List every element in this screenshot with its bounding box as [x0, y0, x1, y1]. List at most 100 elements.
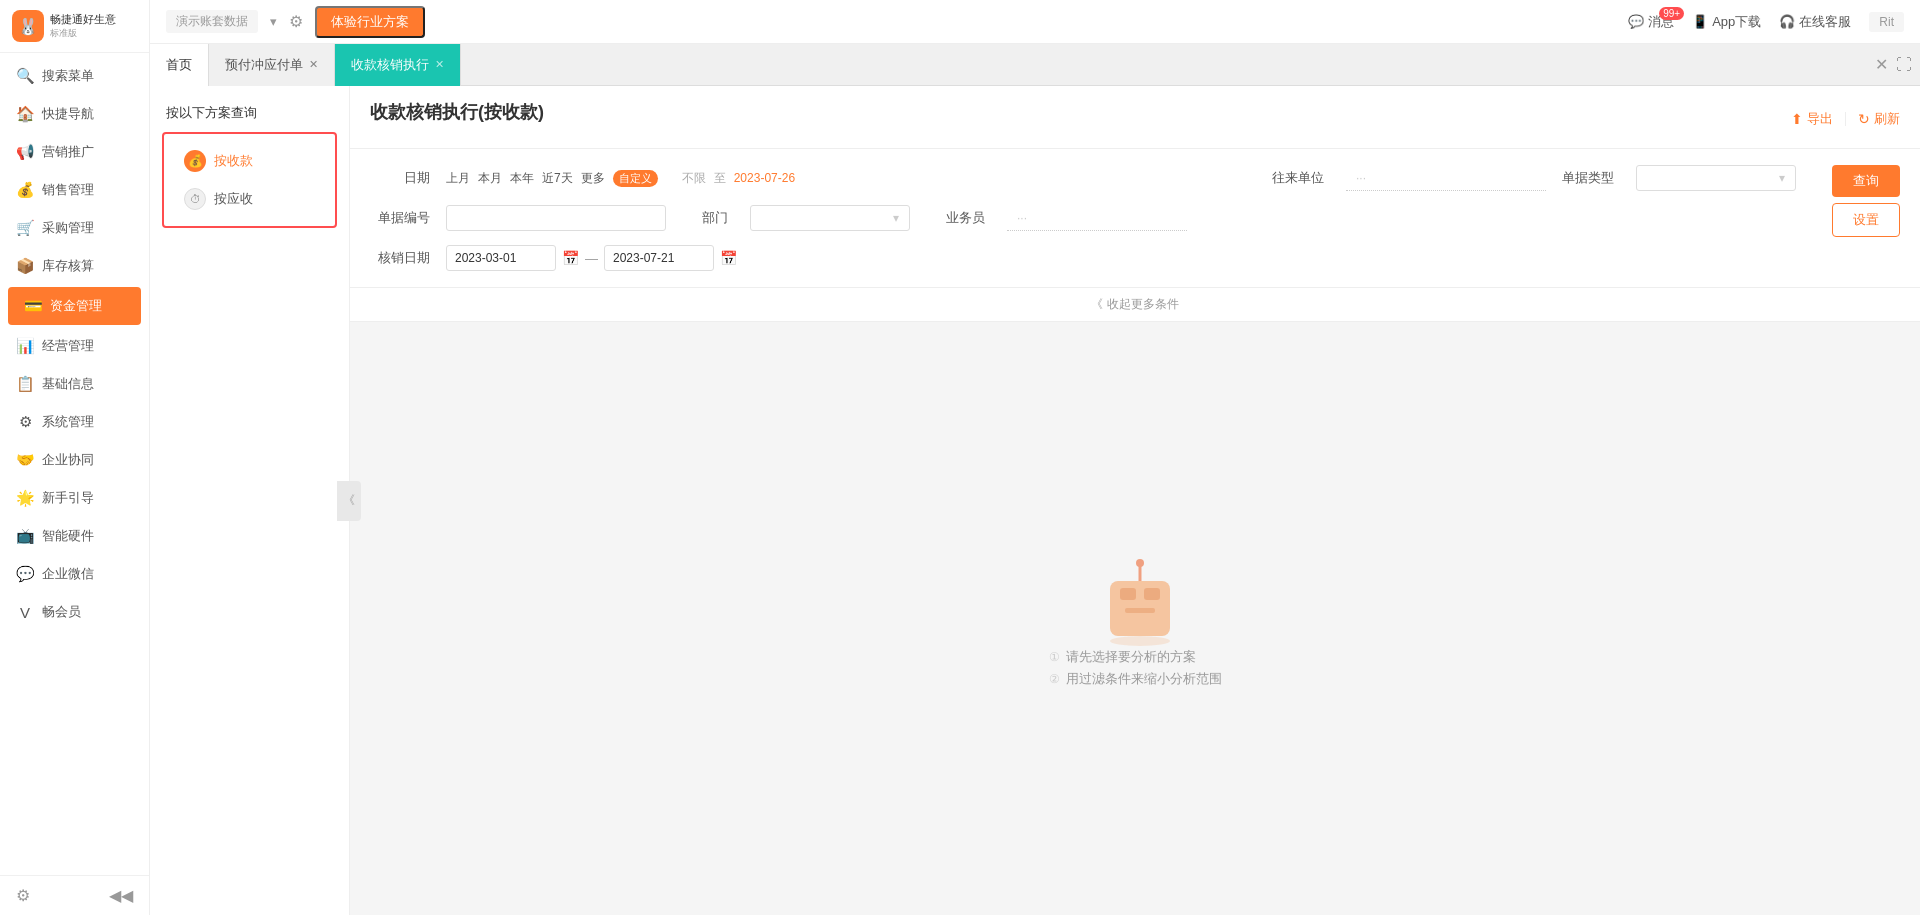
logo: 🐰 畅捷通好生意 标准版 [0, 0, 149, 53]
filter-sidebar: 按以下方案查询 💰 按收款 ⏱ 按应收 《 [150, 86, 350, 915]
sidebar-item-label: 销售管理 [42, 181, 94, 199]
date-value: 2023-07-26 [734, 171, 795, 185]
inventory-icon: 📦 [16, 257, 34, 275]
settings-icon[interactable]: ⚙ [16, 886, 30, 905]
online-service-button[interactable]: 🎧 在线客服 [1779, 13, 1851, 31]
to-text: 至 [714, 170, 726, 187]
verify-date-start[interactable] [446, 245, 556, 271]
toolbar-divider [1845, 112, 1846, 126]
topbar-gear-icon[interactable]: ⚙ [289, 12, 303, 31]
shortcut-7days[interactable]: 近7天 [542, 170, 573, 187]
company-selector[interactable]: 演示账套数据 [166, 10, 258, 33]
tab-close-receipt-verify[interactable]: ✕ [435, 58, 444, 71]
company-dropdown-icon[interactable]: ▾ [270, 14, 277, 29]
shortcut-this-year[interactable]: 本年 [510, 170, 534, 187]
tab-maximize-icon[interactable]: ⛶ [1896, 56, 1912, 74]
sidebar-item-label: 经营管理 [42, 337, 94, 355]
logo-icon: 🐰 [12, 10, 44, 42]
calendar-start-icon[interactable]: 📅 [562, 250, 579, 266]
doc-type-label: 单据类型 [1562, 169, 1614, 187]
sidebar-item-operation[interactable]: 📊 经营管理 [0, 327, 149, 365]
finance-icon: 💳 [24, 297, 42, 315]
tabbar: 首页 预付冲应付单 ✕ 收款核销执行 ✕ ✕ ⛶ [150, 44, 1920, 86]
empty-state: ① 请先选择要分析的方案 ② 用过滤条件来缩小分析范围 [350, 322, 1920, 915]
verify-date-end[interactable] [604, 245, 714, 271]
tip1-num: ① [1049, 650, 1060, 664]
sidebar-item-enterprise[interactable]: 🤝 企业协同 [0, 441, 149, 479]
tab-prepay[interactable]: 预付冲应付单 ✕ [209, 44, 335, 86]
quick-nav-icon: 🏠 [16, 105, 34, 123]
shortcut-more[interactable]: 更多 [581, 170, 605, 187]
sidebar-footer: ⚙ ◀◀ [0, 875, 149, 915]
sidebar-item-hardware[interactable]: 📺 智能硬件 [0, 517, 149, 555]
tab-close-all-icon[interactable]: ✕ [1875, 55, 1888, 74]
filter-collapse-button[interactable]: 《 [337, 481, 361, 521]
filter-options-box: 💰 按收款 ⏱ 按应收 [162, 132, 337, 228]
enterprise-icon: 🤝 [16, 451, 34, 469]
sidebar: 🐰 畅捷通好生意 标准版 🔍 搜索菜单 🏠 快捷导航 📢 营销推广 💰 销售管理… [0, 0, 150, 915]
sidebar-item-purchase[interactable]: 🛒 采购管理 [0, 209, 149, 247]
message-badge: 99+ [1659, 7, 1684, 20]
filter-by-receipt[interactable]: 💰 按收款 [168, 142, 331, 180]
sidebar-item-wechat[interactable]: 💬 企业微信 [0, 555, 149, 593]
shortcut-last-month[interactable]: 上月 [446, 170, 470, 187]
sidebar-item-label: 快捷导航 [42, 105, 94, 123]
sidebar-item-label: 采购管理 [42, 219, 94, 237]
sidebar-item-marketing[interactable]: 📢 营销推广 [0, 133, 149, 171]
empty-tip-1: 请先选择要分析的方案 [1066, 648, 1196, 666]
query-button[interactable]: 查询 [1832, 165, 1900, 197]
svg-rect-3 [1125, 608, 1155, 613]
tab-home[interactable]: 首页 [150, 44, 209, 86]
refresh-button[interactable]: ↻ 刷新 [1858, 110, 1900, 128]
form-row-2: 单据编号 部门 ▾ 业务员 ··· [370, 205, 1796, 231]
doc-number-input[interactable] [446, 205, 666, 231]
dept-dropdown-icon: ▾ [893, 211, 899, 225]
logo-badge: 标准版 [50, 27, 116, 40]
topbar-right: 💬 消息 99+ 📱 App下载 🎧 在线客服 Rit [1628, 12, 1904, 32]
main-area: 演示账套数据 ▾ ⚙ 体验行业方案 💬 消息 99+ 📱 App下载 🎧 在线客… [150, 0, 1920, 915]
collapse-more-button[interactable]: 《 收起更多条件 [1091, 296, 1179, 313]
custom-date-badge[interactable]: 自定义 [613, 170, 658, 187]
shortcut-this-month[interactable]: 本月 [478, 170, 502, 187]
sidebar-item-finance[interactable]: 💳 资金管理 [8, 287, 141, 325]
staff-input[interactable]: ··· [1007, 206, 1187, 231]
sidebar-item-guide[interactable]: 🌟 新手引导 [0, 479, 149, 517]
tip2-num: ② [1049, 672, 1060, 686]
sidebar-item-label: 库存核算 [42, 257, 94, 275]
sidebar-item-system[interactable]: ⚙ 系统管理 [0, 403, 149, 441]
doc-type-select[interactable]: ▾ [1636, 165, 1796, 191]
sidebar-item-label: 智能硬件 [42, 527, 94, 545]
filter-by-receivable[interactable]: ⏱ 按应收 [168, 180, 331, 218]
sidebar-item-quick-nav[interactable]: 🏠 快捷导航 [0, 95, 149, 133]
sidebar-item-inventory[interactable]: 📦 库存核算 [0, 247, 149, 285]
vip-icon: V [16, 604, 34, 621]
no-limit-text: 不限 [682, 170, 706, 187]
sidebar-item-base-info[interactable]: 📋 基础信息 [0, 365, 149, 403]
counterparty-input[interactable]: ··· [1346, 166, 1546, 191]
svg-point-6 [1110, 636, 1170, 646]
export-button[interactable]: ⬆ 导出 [1791, 110, 1833, 128]
dept-select[interactable]: ▾ [750, 205, 910, 231]
calendar-end-icon[interactable]: 📅 [720, 250, 737, 266]
filter-receipt-label: 按收款 [214, 152, 253, 170]
page-body: 按以下方案查询 💰 按收款 ⏱ 按应收 《 收款核销执行(按收款) [150, 86, 1920, 915]
sidebar-item-label: 系统管理 [42, 413, 94, 431]
hardware-icon: 📺 [16, 527, 34, 545]
guide-icon: 🌟 [16, 489, 34, 507]
receipt-option-icon: 💰 [184, 150, 206, 172]
sidebar-item-search-menu[interactable]: 🔍 搜索菜单 [0, 57, 149, 95]
tab-close-prepay[interactable]: ✕ [309, 58, 318, 71]
app-download-button[interactable]: 📱 App下载 [1692, 13, 1761, 31]
sidebar-item-vip[interactable]: V 畅会员 [0, 593, 149, 631]
service-icon: 🎧 [1779, 14, 1795, 29]
receivable-option-icon: ⏱ [184, 188, 206, 210]
query-buttons: 查询 设置 [1832, 165, 1900, 271]
tab-receipt-verify[interactable]: 收款核销执行 ✕ [335, 44, 461, 86]
solution-button[interactable]: 体验行业方案 [315, 6, 425, 38]
sidebar-item-sales[interactable]: 💰 销售管理 [0, 171, 149, 209]
message-button[interactable]: 💬 消息 99+ [1628, 13, 1674, 31]
user-name[interactable]: Rit [1869, 12, 1904, 32]
topbar: 演示账套数据 ▾ ⚙ 体验行业方案 💬 消息 99+ 📱 App下载 🎧 在线客… [150, 0, 1920, 44]
collapse-sidebar-icon[interactable]: ◀◀ [109, 886, 133, 905]
settings-button[interactable]: 设置 [1832, 203, 1900, 237]
